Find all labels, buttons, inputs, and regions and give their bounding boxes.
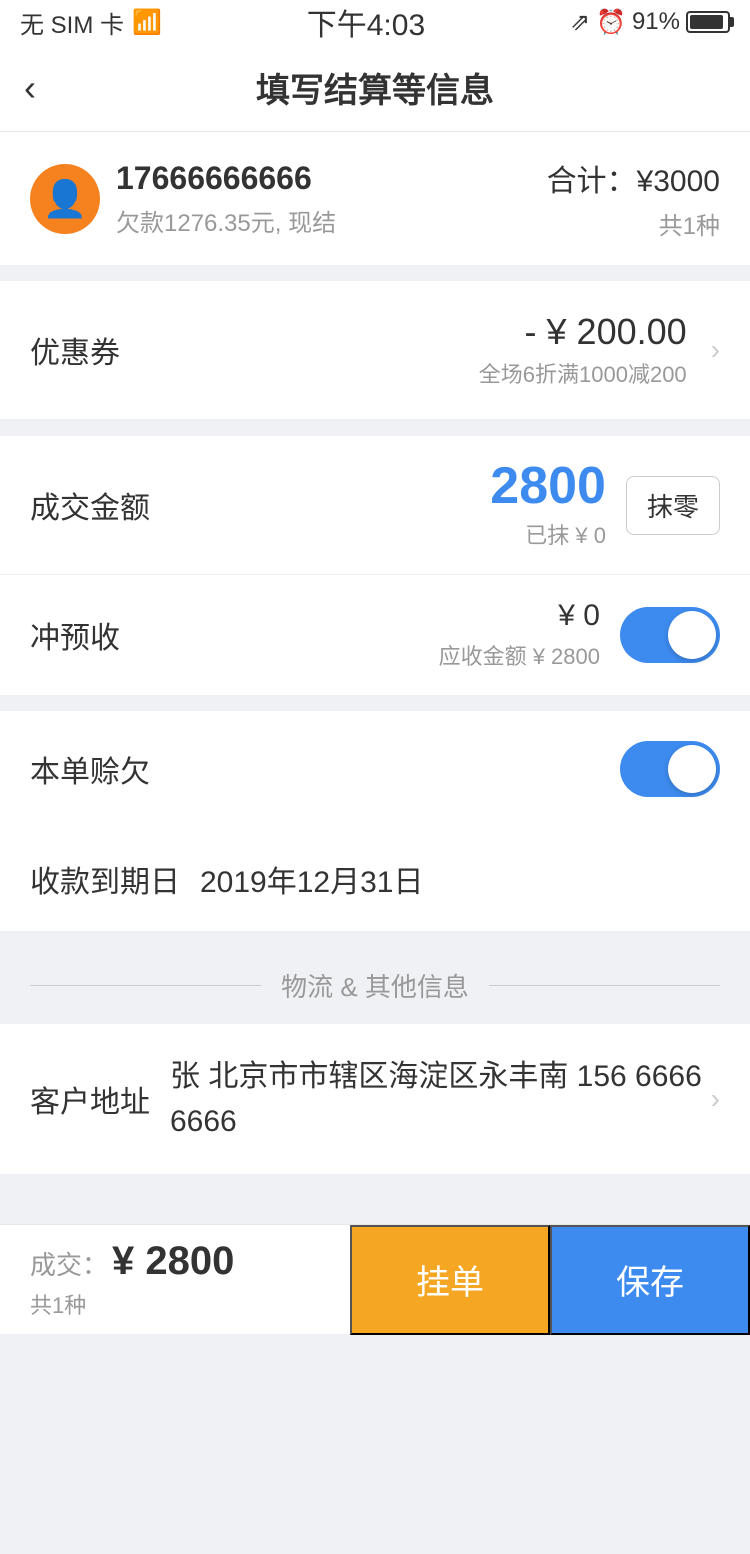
pending-button[interactable]: 挂单	[350, 1225, 550, 1335]
content: 👤 17666666666 欠款1276.35元, 现结 合计：¥3000 共1…	[0, 132, 750, 1554]
battery-percent: 91%	[632, 8, 680, 36]
status-time: 下午4:03	[307, 0, 425, 44]
transaction-amount-row: 成交金额 2800 已抹 ¥ 0 抹零	[0, 436, 750, 575]
customer-phone: 17666666666	[116, 160, 336, 197]
alarm-icon: ⏰	[596, 8, 626, 37]
prepay-info: ¥ 0 应收金额 ¥ 2800	[439, 599, 600, 671]
separator-3	[0, 931, 750, 947]
debt-toggle[interactable]	[620, 741, 720, 797]
status-bar: 无 SIM 卡 📶 下午4:03 ⇗ ⏰ 91%	[0, 0, 750, 44]
avatar: 👤	[30, 164, 100, 234]
customer-info: 17666666666 欠款1276.35元, 现结	[116, 160, 336, 238]
coupon-row[interactable]: 优惠券 - ¥ 200.00 全场6折满1000减200 ›	[0, 281, 750, 420]
prepay-amount: ¥ 0	[439, 599, 600, 633]
wifi-icon: 📶	[132, 8, 162, 37]
bottom-label: 成交：	[30, 1245, 108, 1282]
battery-icon	[686, 11, 730, 33]
customer-right: 合计：¥3000 共1种	[547, 156, 720, 241]
divider-line-left	[30, 985, 261, 986]
customer-card: 👤 17666666666 欠款1276.35元, 现结 合计：¥3000 共1…	[0, 132, 750, 265]
save-button[interactable]: 保存	[550, 1225, 750, 1335]
status-right: ⇗ ⏰ 91%	[570, 8, 730, 37]
bottom-amount: ¥ 2800	[112, 1239, 234, 1284]
debt-toggle-knob	[668, 745, 716, 793]
total-amount: 合计：¥3000	[547, 156, 720, 200]
status-left: 无 SIM 卡 📶	[20, 5, 162, 40]
customer-left: 👤 17666666666 欠款1276.35元, 现结	[30, 160, 336, 238]
prepay-label: 冲预收	[30, 613, 120, 657]
bottom-summary-line: 成交： ¥ 2800	[30, 1239, 320, 1284]
address-value: 张 北京市市辖区海淀区永丰南 156 6666 6666	[170, 1054, 703, 1144]
coupon-desc: 全场6折满1000减200	[479, 357, 687, 389]
location-icon: ⇗	[570, 8, 590, 37]
separator-1	[0, 420, 750, 436]
transaction-label: 成交金额	[30, 483, 150, 527]
no-sim-text: 无 SIM 卡	[20, 5, 124, 40]
back-button[interactable]: ‹	[24, 67, 36, 109]
transaction-erased: 已抹 ¥ 0	[490, 518, 606, 550]
bottom-summary: 成交： ¥ 2800 共1种	[0, 1239, 350, 1320]
total-count: 共1种	[547, 206, 720, 241]
logistics-text: 物流 & 其他信息	[281, 967, 469, 1004]
transaction-right: 2800 已抹 ¥ 0 抹零	[490, 460, 720, 550]
address-chevron-icon: ›	[711, 1083, 720, 1115]
debt-row: 本单赊欠	[0, 711, 750, 827]
coupon-info: - ¥ 200.00 全场6折满1000减200	[479, 311, 687, 389]
toggle-knob	[668, 611, 716, 659]
prepay-receivable: 应收金额 ¥ 2800	[439, 639, 600, 671]
coupon-amount: - ¥ 200.00	[479, 311, 687, 353]
debt-label: 本单赊欠	[30, 747, 150, 791]
prepay-toggle[interactable]	[620, 607, 720, 663]
divider-line-right	[489, 985, 720, 986]
transaction-amount-info: 2800 已抹 ¥ 0	[490, 460, 606, 550]
bottom-bar: 成交： ¥ 2800 共1种 挂单 保存	[0, 1224, 750, 1334]
nav-bar: ‹ 填写结算等信息	[0, 44, 750, 132]
bottom-count: 共1种	[30, 1288, 320, 1320]
due-date-row: 收款到期日 2019年12月31日	[0, 827, 750, 931]
coupon-label: 优惠券	[30, 328, 120, 372]
due-label: 收款到期日	[30, 857, 180, 901]
address-label: 客户地址	[30, 1077, 150, 1121]
page-title: 填写结算等信息	[256, 63, 494, 112]
customer-debt: 欠款1276.35元, 现结	[116, 203, 336, 238]
address-row[interactable]: 客户地址 张 北京市市辖区海淀区永丰南 156 6666 6666 ›	[0, 1024, 750, 1174]
prepay-row: 冲预收 ¥ 0 应收金额 ¥ 2800	[0, 575, 750, 695]
transaction-amount: 2800	[490, 460, 606, 512]
coupon-right: - ¥ 200.00 全场6折满1000减200 ›	[479, 311, 720, 389]
due-date-value: 2019年12月31日	[200, 857, 423, 901]
round-button[interactable]: 抹零	[626, 476, 720, 535]
prepay-right: ¥ 0 应收金额 ¥ 2800	[439, 599, 720, 671]
logistics-divider: 物流 & 其他信息	[0, 947, 750, 1024]
chevron-right-icon: ›	[711, 334, 720, 366]
separator-2	[0, 695, 750, 711]
